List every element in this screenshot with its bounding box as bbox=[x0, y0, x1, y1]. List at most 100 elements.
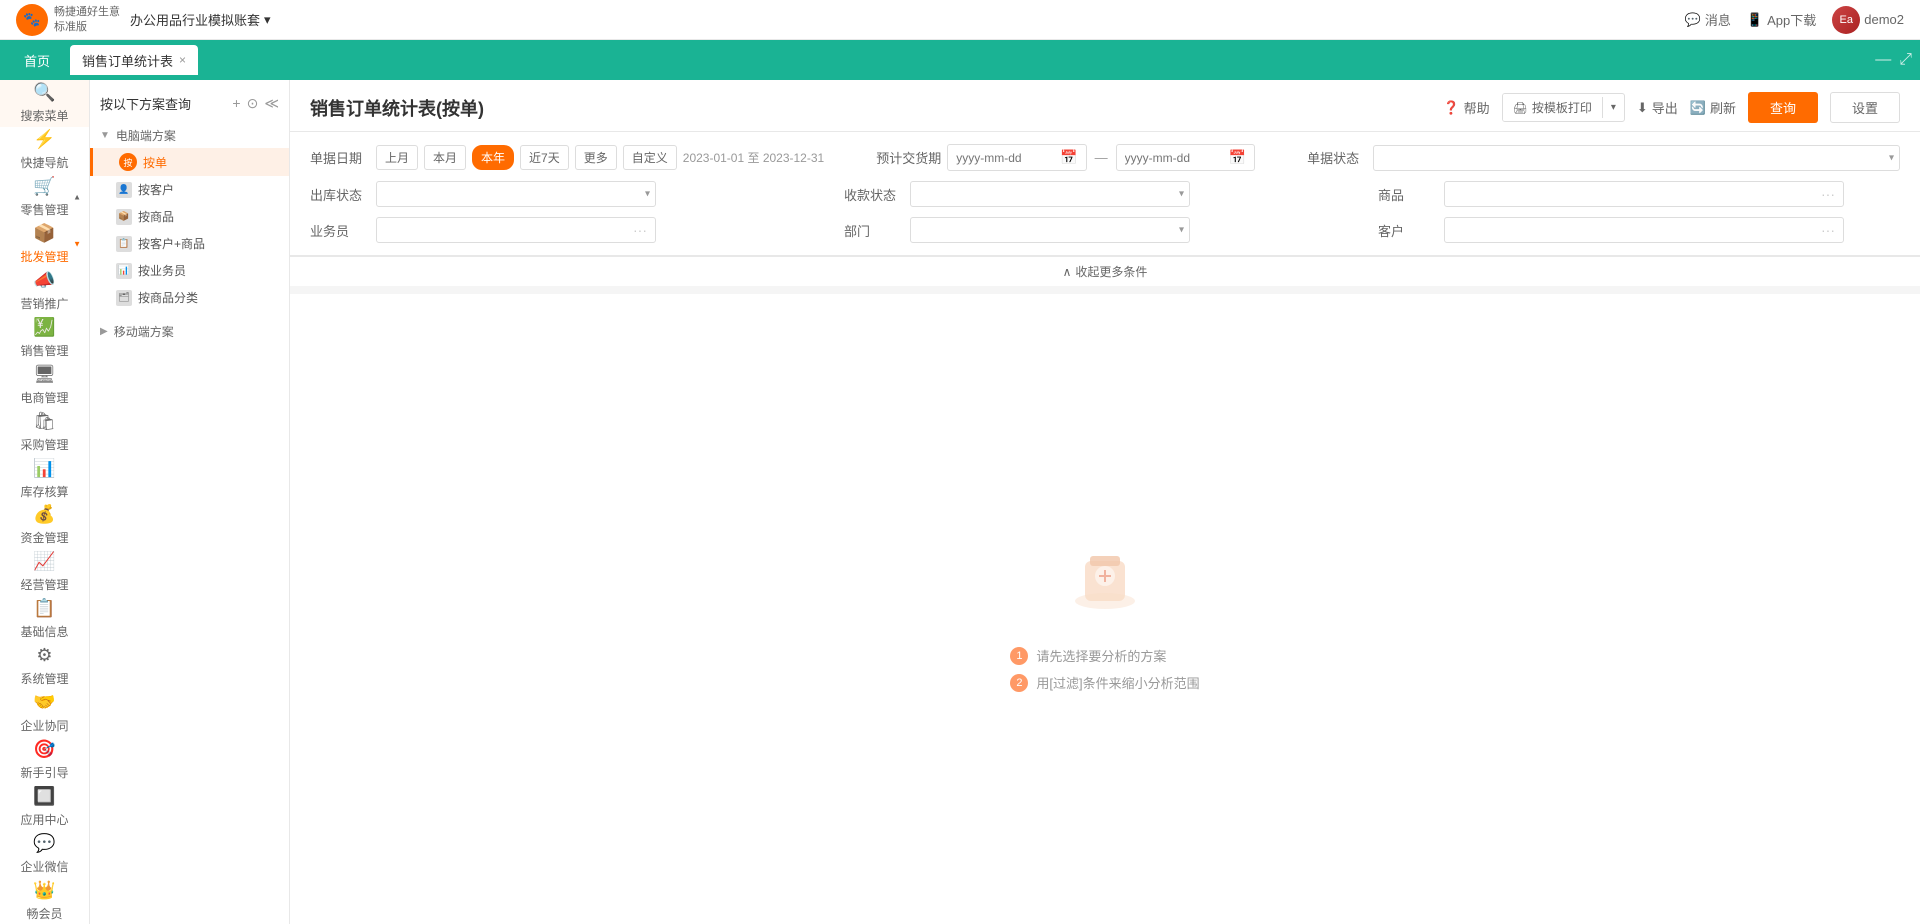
avatar: Ea bbox=[1832, 6, 1860, 34]
top-bar: 🐾 畅捷通好生意 标准版 办公用品行业模拟账套 ▾ 💬 消息 📱 App下载 E… bbox=[0, 0, 1920, 40]
app-title[interactable]: 办公用品行业模拟账套 ▾ bbox=[130, 10, 271, 29]
out-status-select-wrapper: ▾ bbox=[376, 181, 656, 207]
sidebar-item-marketing[interactable]: 📣 营销推广 bbox=[0, 268, 89, 315]
scheme-item-by-salesman[interactable]: 📊 按业务员 bbox=[90, 257, 289, 284]
help-button[interactable]: ❓ 帮助 bbox=[1443, 98, 1489, 117]
collapse-panel-icon[interactable]: ≪ bbox=[264, 95, 279, 112]
add-scheme-icon[interactable]: + bbox=[232, 95, 240, 112]
collab-icon: 🤝 bbox=[33, 692, 55, 713]
expected-date-start-input[interactable] bbox=[956, 151, 1056, 165]
member-icon: 👑 bbox=[33, 880, 55, 901]
page-title: 销售订单统计表(按单) bbox=[310, 95, 484, 121]
scheme-item-by-category[interactable]: 🗂 按商品分类 bbox=[90, 284, 289, 311]
product-more-icon[interactable]: ··· bbox=[1821, 186, 1835, 202]
pc-scheme-header[interactable]: ▼ 电脑端方案 bbox=[90, 123, 289, 148]
date-label: 单据日期 bbox=[310, 148, 370, 167]
logo-area: 🐾 畅捷通好生意 标准版 bbox=[16, 4, 120, 36]
edit-scheme-icon[interactable]: ⊙ bbox=[247, 95, 259, 112]
scheme-item-by-customer-product[interactable]: 📋 按客户+商品 bbox=[90, 230, 289, 257]
sidebar-item-member[interactable]: 👑 畅会员 bbox=[0, 877, 89, 924]
message-button[interactable]: 💬 消息 bbox=[1685, 10, 1731, 29]
customer-more-icon[interactable]: ··· bbox=[1821, 222, 1835, 238]
mobile-scheme-header[interactable]: ▶ 移动端方案 bbox=[90, 319, 289, 344]
date-last-month-btn[interactable]: 上月 bbox=[376, 145, 418, 170]
out-status-select[interactable] bbox=[376, 181, 656, 207]
top-bar-right: 💬 消息 📱 App下载 Ea demo2 bbox=[1685, 6, 1904, 34]
print-button[interactable]: 🖨 按模板打印 bbox=[1503, 94, 1602, 121]
tab-minimize-button[interactable]: — bbox=[1875, 51, 1891, 69]
sidebar-item-sales[interactable]: 💹 销售管理 bbox=[0, 314, 89, 361]
query-button[interactable]: 查询 bbox=[1748, 92, 1818, 123]
print-arrow-button[interactable]: ▾ bbox=[1602, 97, 1624, 118]
payment-status-select[interactable] bbox=[910, 181, 1190, 207]
sidebar-item-wechat[interactable]: 💬 企业微信 bbox=[0, 830, 89, 877]
scheme-item-by-product[interactable]: 📦 按商品 bbox=[90, 203, 289, 230]
page-header: 销售订单统计表(按单) ❓ 帮助 🖨 按模板打印 ▾ ⬇ bbox=[290, 80, 1920, 132]
date-this-year-btn[interactable]: 本年 bbox=[472, 145, 514, 170]
refresh-button[interactable]: 🔄 刷新 bbox=[1690, 98, 1736, 117]
scheme-item-by-order[interactable]: 按 按单 bbox=[90, 148, 289, 176]
scheme-item-by-customer[interactable]: 👤 按客户 bbox=[90, 176, 289, 203]
apps-icon: 🔲 bbox=[33, 786, 55, 807]
sidebar-item-wholesale[interactable]: 📦 批发管理 bbox=[0, 221, 89, 268]
refresh-icon: 🔄 bbox=[1690, 100, 1706, 116]
app-download-button[interactable]: 📱 App下载 bbox=[1747, 10, 1816, 29]
content-area: 按以下方案查询 + ⊙ ≪ ▼ 电脑端方案 按 按单 👤 按客 bbox=[90, 80, 1920, 924]
download-icon: 📱 bbox=[1747, 12, 1763, 28]
print-icon: 🖨 bbox=[1513, 101, 1528, 115]
shortcut-icon: ⚡ bbox=[33, 129, 55, 150]
expected-date-end[interactable]: 📅 bbox=[1116, 144, 1255, 171]
sidebar-item-system[interactable]: ⚙ 系统管理 bbox=[0, 643, 89, 690]
expected-date-start[interactable]: 📅 bbox=[947, 144, 1086, 171]
sidebar-item-apps[interactable]: 🔲 应用中心 bbox=[0, 783, 89, 830]
by-product-icon: 📦 bbox=[116, 209, 132, 225]
date-range-text: 2023-01-01 至 2023-12-31 bbox=[683, 149, 824, 166]
guide-icon: 🎯 bbox=[33, 739, 55, 760]
date-custom-btn[interactable]: 自定义 bbox=[623, 145, 677, 170]
expected-date-label: 预计交货期 bbox=[876, 148, 941, 167]
tab-sales-order[interactable]: 销售订单统计表 × bbox=[70, 45, 198, 75]
sidebar: 🔍 搜索菜单 ⚡ 快捷导航 🛒 零售管理 📦 批发管理 📣 营销推广 💹 销售管… bbox=[0, 80, 90, 924]
department-label: 部门 bbox=[844, 221, 904, 240]
collapse-filters-button[interactable]: ∧ 收起更多条件 bbox=[290, 256, 1920, 286]
export-button[interactable]: ⬇ 导出 bbox=[1637, 98, 1678, 117]
sidebar-item-purchase[interactable]: 🛍 采购管理 bbox=[0, 408, 89, 455]
sidebar-item-ecommerce[interactable]: 🖥 电商管理 bbox=[0, 361, 89, 408]
date-this-month-btn[interactable]: 本月 bbox=[424, 145, 466, 170]
sidebar-item-collab[interactable]: 🤝 企业协同 bbox=[0, 690, 89, 737]
sidebar-item-management[interactable]: 📈 经营管理 bbox=[0, 549, 89, 596]
tab-close-icon[interactable]: × bbox=[179, 53, 186, 67]
customer-field[interactable]: ··· bbox=[1444, 217, 1844, 243]
product-field[interactable]: ··· bbox=[1444, 181, 1844, 207]
sidebar-item-search[interactable]: 🔍 搜索菜单 bbox=[0, 80, 89, 127]
sidebar-item-base[interactable]: 📋 基础信息 bbox=[0, 596, 89, 643]
by-category-icon: 🗂 bbox=[116, 290, 132, 306]
tab-maximize-button[interactable]: ⤢ bbox=[1899, 51, 1912, 69]
tip-num-2: 2 bbox=[1010, 674, 1028, 692]
salesman-label: 业务员 bbox=[310, 221, 370, 240]
settings-button[interactable]: 设置 bbox=[1830, 92, 1900, 123]
sidebar-item-inventory[interactable]: 📊 库存核算 bbox=[0, 455, 89, 502]
date-more-btn[interactable]: 更多 bbox=[575, 145, 617, 170]
by-customer-icon: 👤 bbox=[116, 182, 132, 198]
filter-row-2: 出库状态 ▾ 收款状态 bbox=[310, 181, 1900, 207]
date-last7-btn[interactable]: 近7天 bbox=[520, 145, 569, 170]
salesman-field[interactable]: ··· bbox=[376, 217, 656, 243]
department-select[interactable] bbox=[910, 217, 1190, 243]
mobile-scheme-group: ▶ 移动端方案 bbox=[90, 315, 289, 348]
user-menu[interactable]: Ea demo2 bbox=[1832, 6, 1904, 34]
sidebar-item-finance[interactable]: 💰 资金管理 bbox=[0, 502, 89, 549]
sidebar-item-retail[interactable]: 🛒 零售管理 bbox=[0, 174, 89, 221]
date-filter-block: 单据日期 上月 本月 本年 近7天 更多 自定义 2023-01-01 至 20… bbox=[310, 145, 824, 170]
sidebar-item-shortcut[interactable]: ⚡ 快捷导航 bbox=[0, 127, 89, 174]
expected-date-end-input[interactable] bbox=[1125, 151, 1225, 165]
bill-status-label: 单据状态 bbox=[1307, 148, 1367, 167]
salesman-more-icon[interactable]: ··· bbox=[633, 222, 647, 238]
left-panel-header: 按以下方案查询 + ⊙ ≪ bbox=[90, 88, 289, 119]
bill-status-select[interactable] bbox=[1373, 145, 1900, 171]
empty-tips: 1 请先选择要分析的方案 2 用[过滤]条件来缩小分析范围 bbox=[1010, 646, 1199, 692]
tab-bar-right: — ⤢ bbox=[1875, 51, 1912, 69]
sidebar-item-guide[interactable]: 🎯 新手引导 bbox=[0, 736, 89, 783]
finance-icon: 💰 bbox=[33, 504, 55, 525]
tab-home[interactable]: 首页 bbox=[8, 45, 66, 75]
